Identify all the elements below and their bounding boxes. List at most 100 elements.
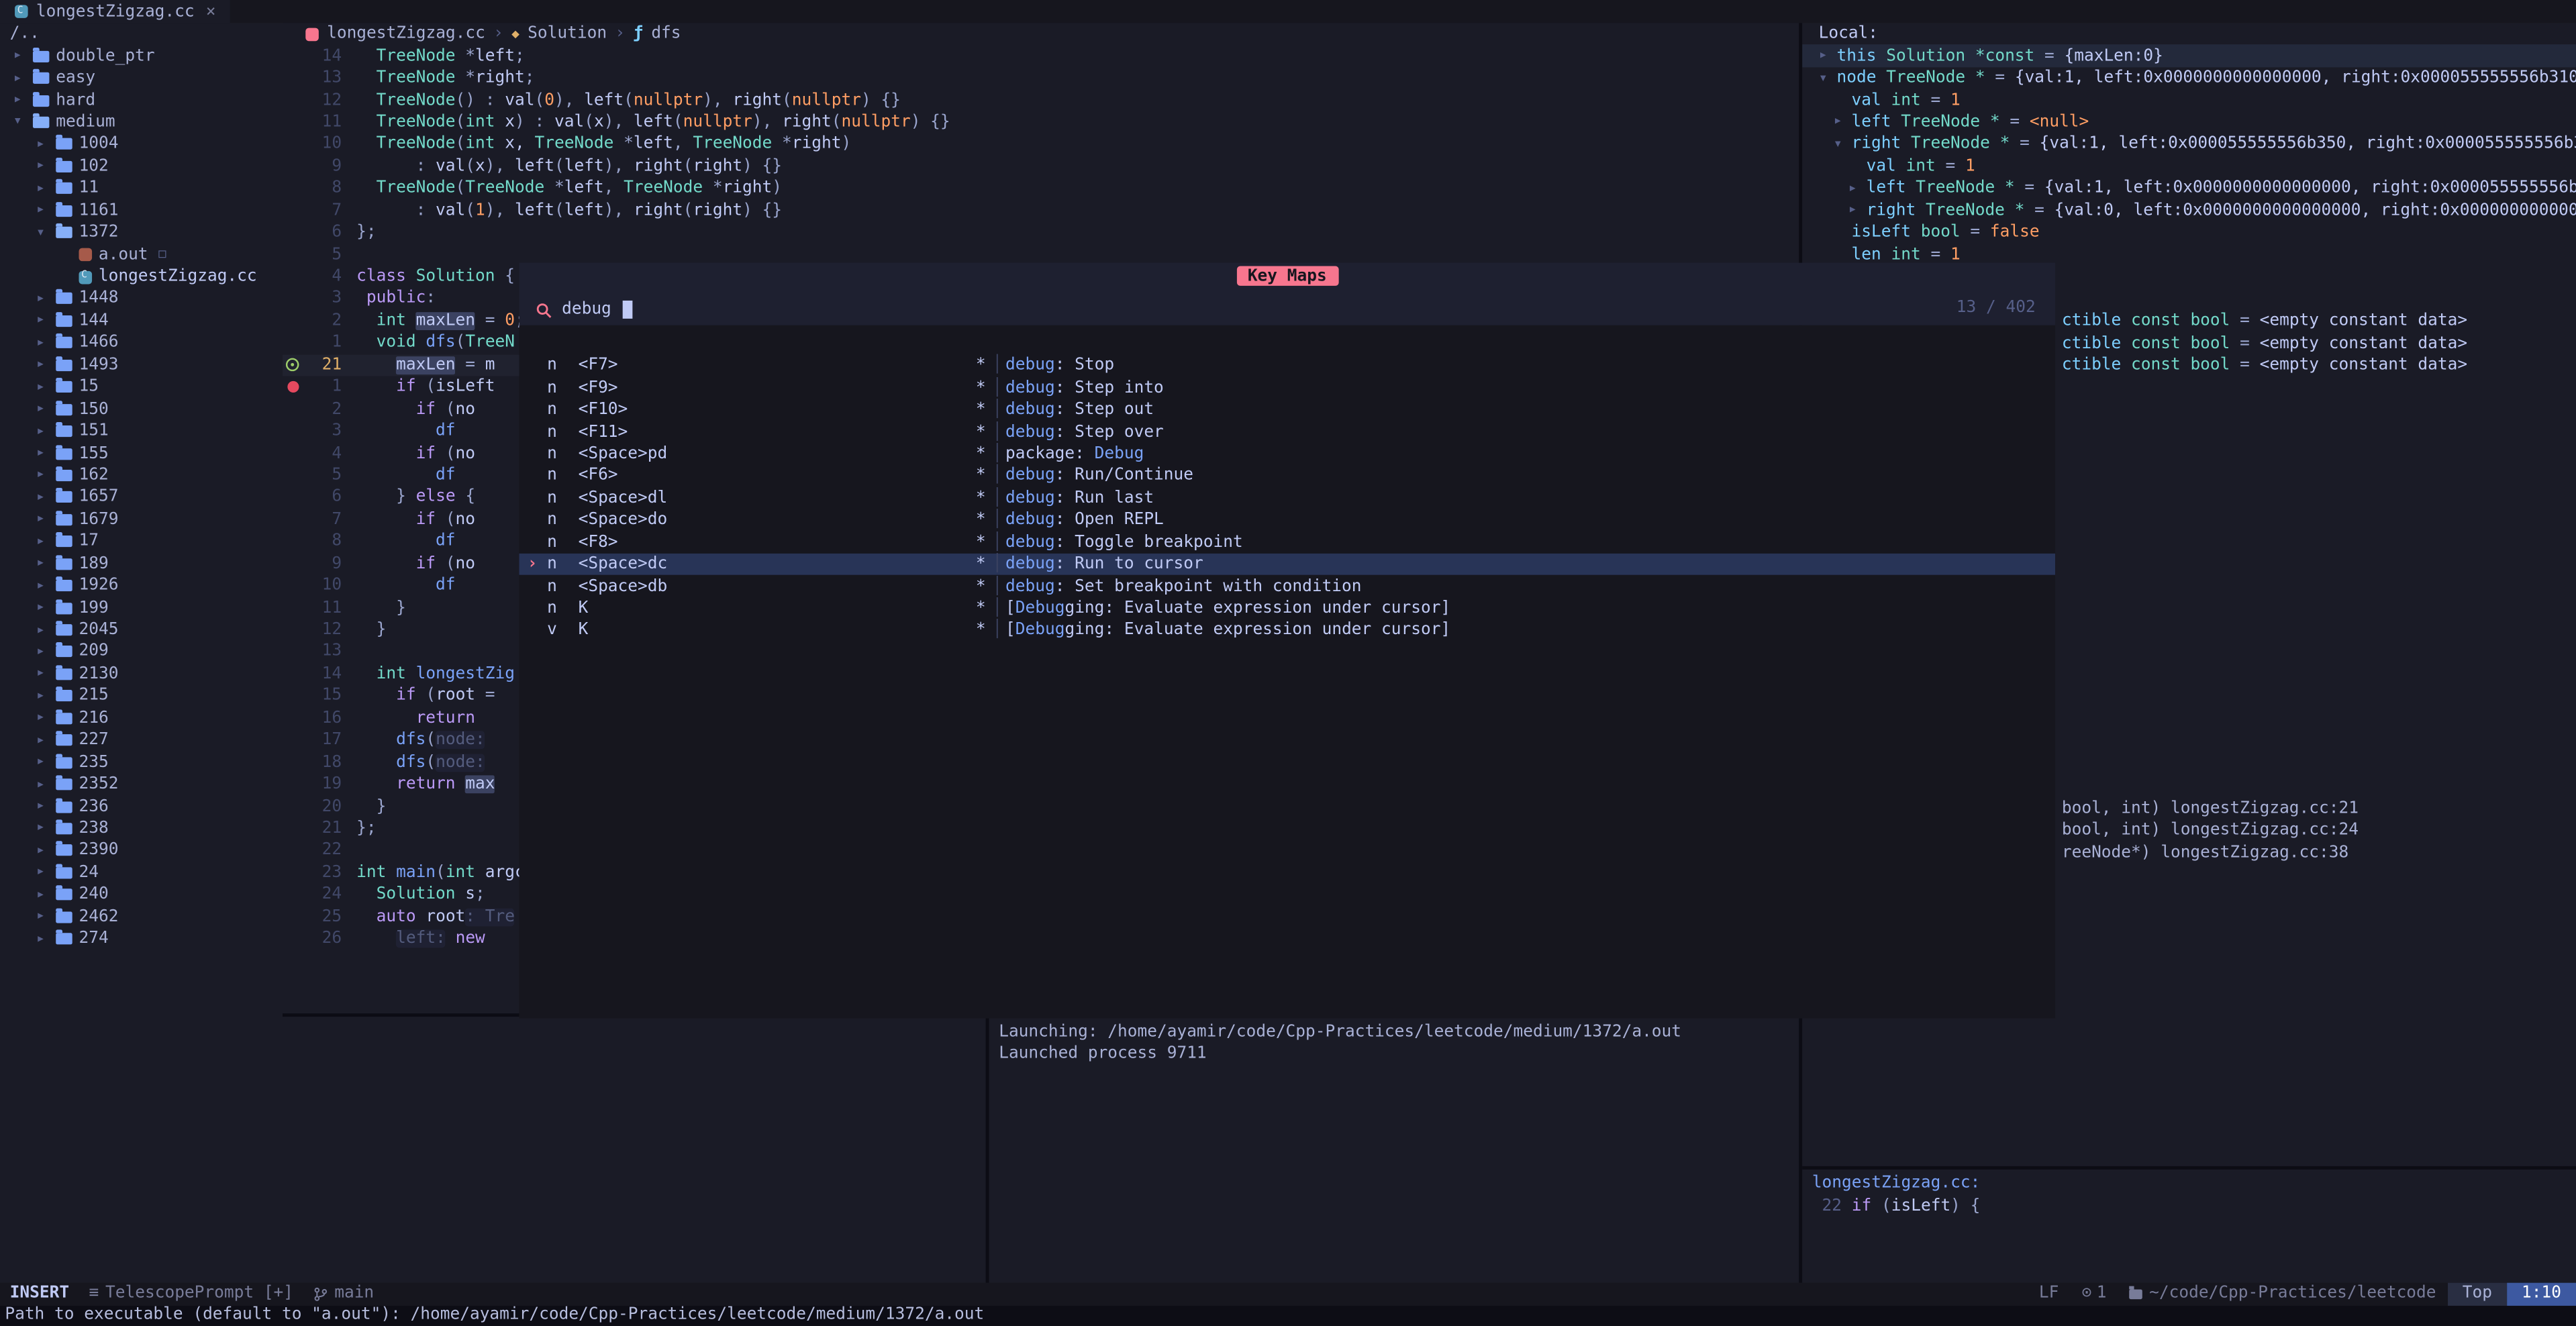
stack-frame[interactable]: bool, int) longestZigzag.cc:21 [2062, 799, 2359, 821]
match-highlight: debug [1005, 533, 1055, 552]
code-line[interactable]: 11 TreeNode(int x) : val(x), left(nullpt… [283, 111, 1799, 134]
stack-frame[interactable]: bool, int) longestZigzag.cc:24 [2062, 820, 2359, 842]
scope-variable-row[interactable]: ▸ left TreeNode * = <null> [1802, 111, 2576, 134]
keymap-row[interactable]: n <F11> * │ debug: Step over [519, 421, 2055, 443]
scope-variable-row[interactable]: ▾ right TreeNode * = {val:1, left:0x00005… [1802, 134, 2576, 156]
code-line[interactable]: 12 TreeNode() : val(0), left(nullptr), r… [283, 89, 1799, 111]
tree-item-235[interactable]: ▸ 235 [0, 752, 283, 774]
tree-item-236[interactable]: ▸ 236 [0, 795, 283, 817]
tree-item-label: 2390 [79, 842, 119, 860]
tree-item-238[interactable]: ▸ 238 [0, 817, 283, 839]
tree-root[interactable]: /.. [0, 23, 283, 45]
tab-close-icon[interactable]: × [206, 3, 216, 21]
line-number: 25 [321, 907, 342, 926]
tree-item-1372[interactable]: ▾ 1372 [0, 221, 283, 244]
breadcrumb-file[interactable]: longestZigzag.cc [327, 25, 485, 43]
code-line[interactable]: 6}; [283, 221, 1799, 244]
scope-variable-row[interactable]: val int = 1 [1802, 156, 2576, 178]
tree-item-24[interactable]: ▸ 24 [0, 862, 283, 884]
breakpoint-entry[interactable]: 22 if (isLeft) { [1812, 1195, 2576, 1217]
code-line[interactable]: 14 TreeNode *left; [283, 45, 1799, 67]
tree-item-17[interactable]: ▸ 17 [0, 531, 283, 553]
tree-item-199[interactable]: ▸ 199 [0, 597, 283, 619]
keymap-row[interactable]: n <Space>pd * │ package: Debug [519, 443, 2055, 465]
code-line[interactable]: 13 TreeNode *right; [283, 67, 1799, 89]
code-line[interactable]: 8 TreeNode(TreeNode *left, TreeNode *rig… [283, 178, 1799, 200]
tree-item-2130[interactable]: ▸ 2130 [0, 663, 283, 685]
tree-item-1657[interactable]: ▸ 1657 [0, 487, 283, 509]
tree-item-2352[interactable]: ▸ 2352 [0, 774, 283, 796]
dap-console[interactable]: Launching: /home/ayamir/code/Cpp-Practic… [985, 1013, 1799, 1283]
tree-item-144[interactable]: ▸ 144 [0, 310, 283, 332]
keymap-row[interactable]: n <F6> * │ debug: Run/Continue [519, 465, 2055, 487]
tree-item-1448[interactable]: ▸ 1448 [0, 288, 283, 310]
tree-item-215[interactable]: ▸ 215 [0, 685, 283, 707]
code-text: void dfs(TreeN [376, 334, 515, 352]
tree-item-274[interactable]: ▸ 274 [0, 928, 283, 950]
tree-item-11[interactable]: ▸ 11 [0, 178, 283, 200]
tree-item-102[interactable]: ▸ 102 [0, 156, 283, 178]
keymap-row[interactable]: n <Space>do * │ debug: Open REPL [519, 509, 2055, 531]
tree-item-hard[interactable]: ▸ hard [0, 89, 283, 111]
scope-variable-row[interactable]: ▸ right TreeNode * = {val:0, left:0x00000… [1802, 199, 2576, 221]
tree-item-double_ptr[interactable]: ▸ double_ptr [0, 45, 283, 67]
tree-item-1466[interactable]: ▸ 1466 [0, 332, 283, 354]
tree-item-155[interactable]: ▸ 155 [0, 442, 283, 464]
tree-item-240[interactable]: ▸ 240 [0, 884, 283, 906]
tree-item-medium[interactable]: ▾ medium [0, 111, 283, 134]
tab-longestzigzag[interactable]: longestZigzag.cc × [0, 0, 231, 23]
keymap-row[interactable]: n <Space>dl * │ debug: Run last [519, 487, 2055, 509]
keymap-row[interactable]: n K * │ [Debugging: Evaluate expression unde… [519, 598, 2055, 620]
keymap-row[interactable]: n <F7> * │ debug: Stop [519, 355, 2055, 377]
keymap-row[interactable]: v K * │ [Debugging: Evaluate expression unde… [519, 619, 2055, 642]
tree-item-1161[interactable]: ▸ 1161 [0, 199, 283, 221]
code-line[interactable]: 10 TreeNode(int x, TreeNode *left, TreeN… [283, 134, 1799, 156]
tree-item-1926[interactable]: ▸ 1926 [0, 575, 283, 597]
keymap-description: debug: Run last [1005, 489, 1154, 507]
tree-item-a.out[interactable]: a.out ◻ [0, 244, 283, 266]
scope-variable-row[interactable]: val int = 1 [1802, 89, 2576, 111]
tree-item-1004[interactable]: ▸ 1004 [0, 134, 283, 156]
column-divider: │ [992, 555, 1003, 574]
tree-item-2045[interactable]: ▸ 2045 [0, 619, 283, 641]
keymap-row[interactable]: n <Space>db * │ debug: Set breakpoint with c… [519, 576, 2055, 598]
tree-item-2390[interactable]: ▸ 2390 [0, 839, 283, 862]
scope-variable-row[interactable]: ▸ left TreeNode * = {val:1, left:0x000000… [1802, 178, 2576, 200]
scope-variable-row[interactable]: ▸ this Solution *const = {maxLen:0} [1802, 45, 2576, 68]
line-number: 20 [321, 797, 342, 816]
line-number: 8 [332, 532, 342, 551]
scope-variable-row[interactable]: isLeft bool = false [1802, 221, 2576, 244]
tree-item-162[interactable]: ▸ 162 [0, 464, 283, 487]
tree-item-216[interactable]: ▸ 216 [0, 707, 283, 729]
breadcrumb-method[interactable]: dfs [651, 25, 681, 43]
code-text: if (root = [396, 686, 495, 705]
keymap-description: debug: Open REPL [1005, 511, 1164, 529]
scopes-header: Local: [1818, 24, 1879, 43]
tree-item-15[interactable]: ▸ 15 [0, 376, 283, 399]
search-input[interactable]: debug [562, 301, 611, 319]
code-line[interactable]: 7 : val(1), left(left), right(right) {} [283, 199, 1799, 221]
keymap-row[interactable]: n <F10> * │ debug: Step out [519, 399, 2055, 421]
code-line[interactable]: 9 : val(x), left(left), right(right) {} [283, 156, 1799, 178]
tree-item-1679[interactable]: ▸ 1679 [0, 509, 283, 531]
tree-item-150[interactable]: ▸ 150 [0, 398, 283, 420]
breakpoint-file[interactable]: longestZigzag.cc: [1812, 1173, 2576, 1195]
line-number: 19 [321, 775, 342, 794]
tree-item-209[interactable]: ▸ 209 [0, 641, 283, 663]
keymap-row[interactable]: n <Space>dc * │debug: Run to cursor [519, 553, 2056, 576]
folder-icon [56, 753, 72, 768]
tree-item-151[interactable]: ▸ 151 [0, 420, 283, 442]
tree-item-easy[interactable]: ▸ easy [0, 67, 283, 89]
telescope-prompt[interactable]: Key Maps debug 13 / 402 [519, 262, 2056, 325]
scope-variable-row[interactable]: ▾ node TreeNode * = {val:1, left:0x000000… [1802, 67, 2576, 89]
breadcrumb-class[interactable]: Solution [528, 25, 607, 43]
keymap-row[interactable]: n <F9> * │ debug: Step into [519, 377, 2055, 399]
keymap-row[interactable]: n <F8> * │ debug: Toggle breakpoint [519, 531, 2055, 554]
tree-item-1493[interactable]: ▸ 1493 [0, 354, 283, 376]
tree-item-227[interactable]: ▸ 227 [0, 729, 283, 752]
code-text: dfs(node: [396, 731, 485, 750]
tree-item-189[interactable]: ▸ 189 [0, 553, 283, 575]
tree-item-2462[interactable]: ▸ 2462 [0, 906, 283, 928]
stack-frame[interactable]: reeNode*) longestZigzag.cc:38 [2062, 842, 2359, 864]
tree-item-longestZigzag.cc[interactable]: longestZigzag.cc [0, 266, 283, 288]
